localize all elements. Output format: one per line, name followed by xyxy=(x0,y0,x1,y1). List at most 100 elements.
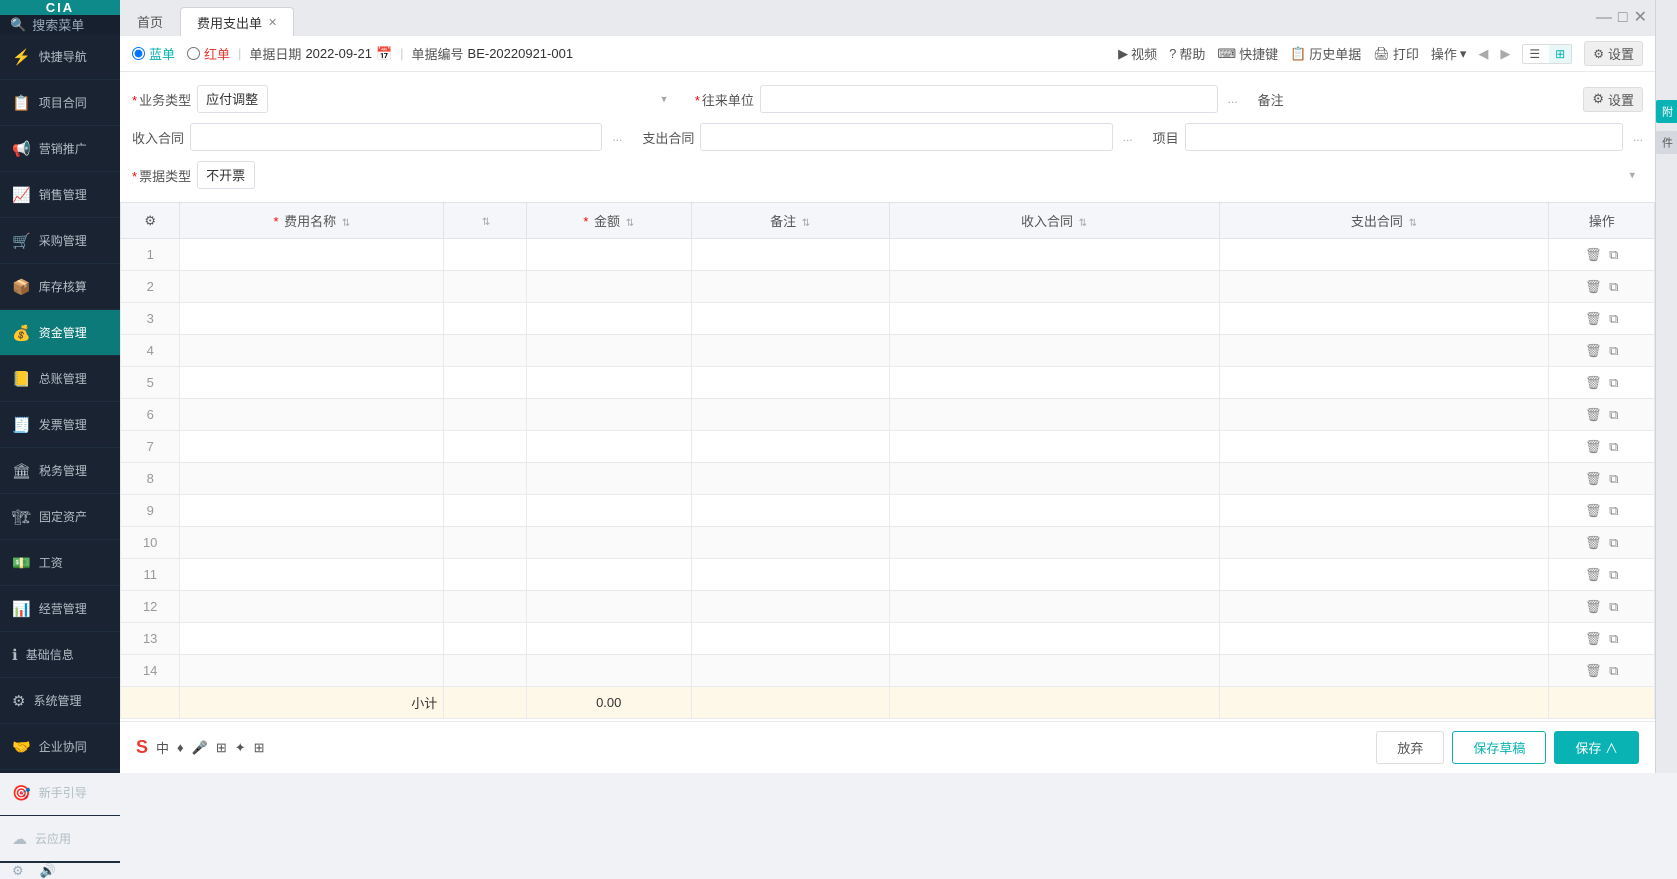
project-dots[interactable]: ... xyxy=(1633,130,1643,144)
row-amount[interactable] xyxy=(526,591,691,623)
row-income-contract[interactable] xyxy=(889,495,1219,527)
tab-expense[interactable]: 费用支出单✕ xyxy=(180,7,294,37)
row-copy-btn[interactable]: ⧉ xyxy=(1607,501,1620,521)
row-expense-contract[interactable] xyxy=(1219,271,1549,303)
row-note[interactable] xyxy=(691,559,889,591)
footer-icon-5[interactable]: ✦ xyxy=(235,740,246,756)
nav-prev[interactable]: ◀ xyxy=(1478,46,1488,62)
row-delete-btn[interactable]: 🗑 xyxy=(1583,533,1604,553)
discard-button[interactable]: 放弃 xyxy=(1376,731,1444,764)
row-note[interactable] xyxy=(691,655,889,687)
row-expense-contract[interactable] xyxy=(1219,559,1549,591)
partner-input[interactable] xyxy=(760,85,1218,113)
income-contract-input[interactable] xyxy=(190,123,602,151)
row-income-contract[interactable] xyxy=(889,623,1219,655)
blue-radio-label[interactable]: 蓝单 xyxy=(132,44,175,63)
income-contract-dots[interactable]: ... xyxy=(612,130,622,144)
row-amount[interactable] xyxy=(526,367,691,399)
col-expense-contract[interactable]: 支出合同 ⇅ xyxy=(1219,203,1549,239)
footer-icon-6[interactable]: ⊞ xyxy=(254,740,265,756)
row-delete-btn[interactable]: 🗑 xyxy=(1583,629,1604,649)
row-note[interactable] xyxy=(691,399,889,431)
row-copy-btn[interactable]: ⧉ xyxy=(1607,661,1620,681)
row-copy-btn[interactable]: ⧉ xyxy=(1607,629,1620,649)
row-expense-name[interactable] xyxy=(180,239,444,271)
row-amount[interactable] xyxy=(526,335,691,367)
sidebar-item-tax[interactable]: 🏛 税务管理 xyxy=(0,448,120,494)
help-btn[interactable]: ? 帮助 xyxy=(1169,44,1205,63)
red-radio-label[interactable]: 红单 xyxy=(187,44,230,63)
window-shrink[interactable]: — xyxy=(1596,10,1612,26)
footer-icon-4[interactable]: ⊞ xyxy=(216,740,227,756)
row-expense-name[interactable] xyxy=(180,463,444,495)
row-expense-contract[interactable] xyxy=(1219,591,1549,623)
row-amount[interactable] xyxy=(526,431,691,463)
settings-icon[interactable]: ⚙ xyxy=(12,863,24,879)
row-note[interactable] xyxy=(691,239,889,271)
project-input[interactable] xyxy=(1185,123,1623,151)
history-btn[interactable]: 📋 历史单据 xyxy=(1290,44,1361,63)
row-delete-btn[interactable]: 🗑 xyxy=(1583,373,1604,393)
form-settings-button[interactable]: ⚙ 设置 xyxy=(1583,87,1643,112)
row-amount[interactable] xyxy=(526,559,691,591)
tab-home[interactable]: 首页 xyxy=(120,6,180,36)
row-delete-btn[interactable]: 🗑 xyxy=(1583,245,1604,265)
sidebar-item-cloud-apps[interactable]: ☁ 云应用 xyxy=(0,816,120,862)
row-income-contract[interactable] xyxy=(889,239,1219,271)
tab-close-expense[interactable]: ✕ xyxy=(268,16,277,29)
row-amount[interactable] xyxy=(526,271,691,303)
row-expense-name[interactable] xyxy=(180,335,444,367)
row-delete-btn[interactable]: 🗑 xyxy=(1583,309,1604,329)
row-copy-btn[interactable]: ⧉ xyxy=(1607,565,1620,585)
business-type-select[interactable]: 应付调整 xyxy=(197,85,268,113)
row-amount[interactable] xyxy=(526,399,691,431)
view-list-btn[interactable]: ☰ xyxy=(1523,45,1546,63)
row-expense-name[interactable] xyxy=(180,367,444,399)
row-copy-btn[interactable]: ⧉ xyxy=(1607,341,1620,361)
invoice-type-select[interactable]: 不开票 xyxy=(197,161,255,189)
row-amount[interactable] xyxy=(526,623,691,655)
sidebar-item-marketing[interactable]: 📢 营销推广 xyxy=(0,126,120,172)
sidebar-item-new-guide[interactable]: 🎯 新手引导 xyxy=(0,770,120,816)
date-value[interactable]: 2022-09-21 xyxy=(305,46,372,61)
row-income-contract[interactable] xyxy=(889,335,1219,367)
row-copy-btn[interactable]: ⧉ xyxy=(1607,469,1620,489)
row-delete-btn[interactable]: 🗑 xyxy=(1583,661,1604,681)
col-note[interactable]: 备注 ⇅ xyxy=(691,203,889,239)
row-copy-btn[interactable]: ⧉ xyxy=(1607,533,1620,553)
sidebar-item-operation[interactable]: 📊 经营管理 xyxy=(0,586,120,632)
row-expense-name[interactable] xyxy=(180,655,444,687)
row-note[interactable] xyxy=(691,367,889,399)
operate-btn[interactable]: 操作 ▾ xyxy=(1431,44,1467,63)
row-delete-btn[interactable]: 🗑 xyxy=(1583,437,1604,457)
row-amount[interactable] xyxy=(526,239,691,271)
window-expand[interactable]: □ xyxy=(1618,10,1628,26)
row-income-contract[interactable] xyxy=(889,559,1219,591)
sidebar-item-quick-nav[interactable]: ⚡ 快捷导航 xyxy=(0,34,120,80)
footer-icon-3[interactable]: 🎤 xyxy=(192,740,208,756)
expense-contract-dots[interactable]: ... xyxy=(1123,130,1133,144)
shortcut-btn[interactable]: ⌨ 快捷键 xyxy=(1217,44,1278,63)
save-button[interactable]: 保存 ∧ xyxy=(1554,731,1639,764)
row-income-contract[interactable] xyxy=(889,303,1219,335)
row-note[interactable] xyxy=(691,623,889,655)
sidebar-item-system[interactable]: ⚙ 系统管理 xyxy=(0,678,120,724)
col-settings[interactable]: ⚙ xyxy=(121,203,180,239)
row-amount[interactable] xyxy=(526,655,691,687)
row-expense-name[interactable] xyxy=(180,591,444,623)
row-expense-name[interactable] xyxy=(180,303,444,335)
row-note[interactable] xyxy=(691,271,889,303)
row-copy-btn[interactable]: ⧉ xyxy=(1607,245,1620,265)
row-income-contract[interactable] xyxy=(889,399,1219,431)
row-expense-name[interactable] xyxy=(180,623,444,655)
row-delete-btn[interactable]: 🗑 xyxy=(1583,597,1604,617)
row-expense-contract[interactable] xyxy=(1219,527,1549,559)
row-income-contract[interactable] xyxy=(889,463,1219,495)
row-income-contract[interactable] xyxy=(889,527,1219,559)
sidebar-item-assets[interactable]: 🏗 固定资产 xyxy=(0,494,120,540)
row-amount[interactable] xyxy=(526,495,691,527)
expense-contract-input[interactable] xyxy=(700,123,1112,151)
row-income-contract[interactable] xyxy=(889,431,1219,463)
settings-button[interactable]: ⚙ 设置 xyxy=(1584,41,1643,66)
video-btn[interactable]: ▶ 视频 xyxy=(1118,44,1157,63)
